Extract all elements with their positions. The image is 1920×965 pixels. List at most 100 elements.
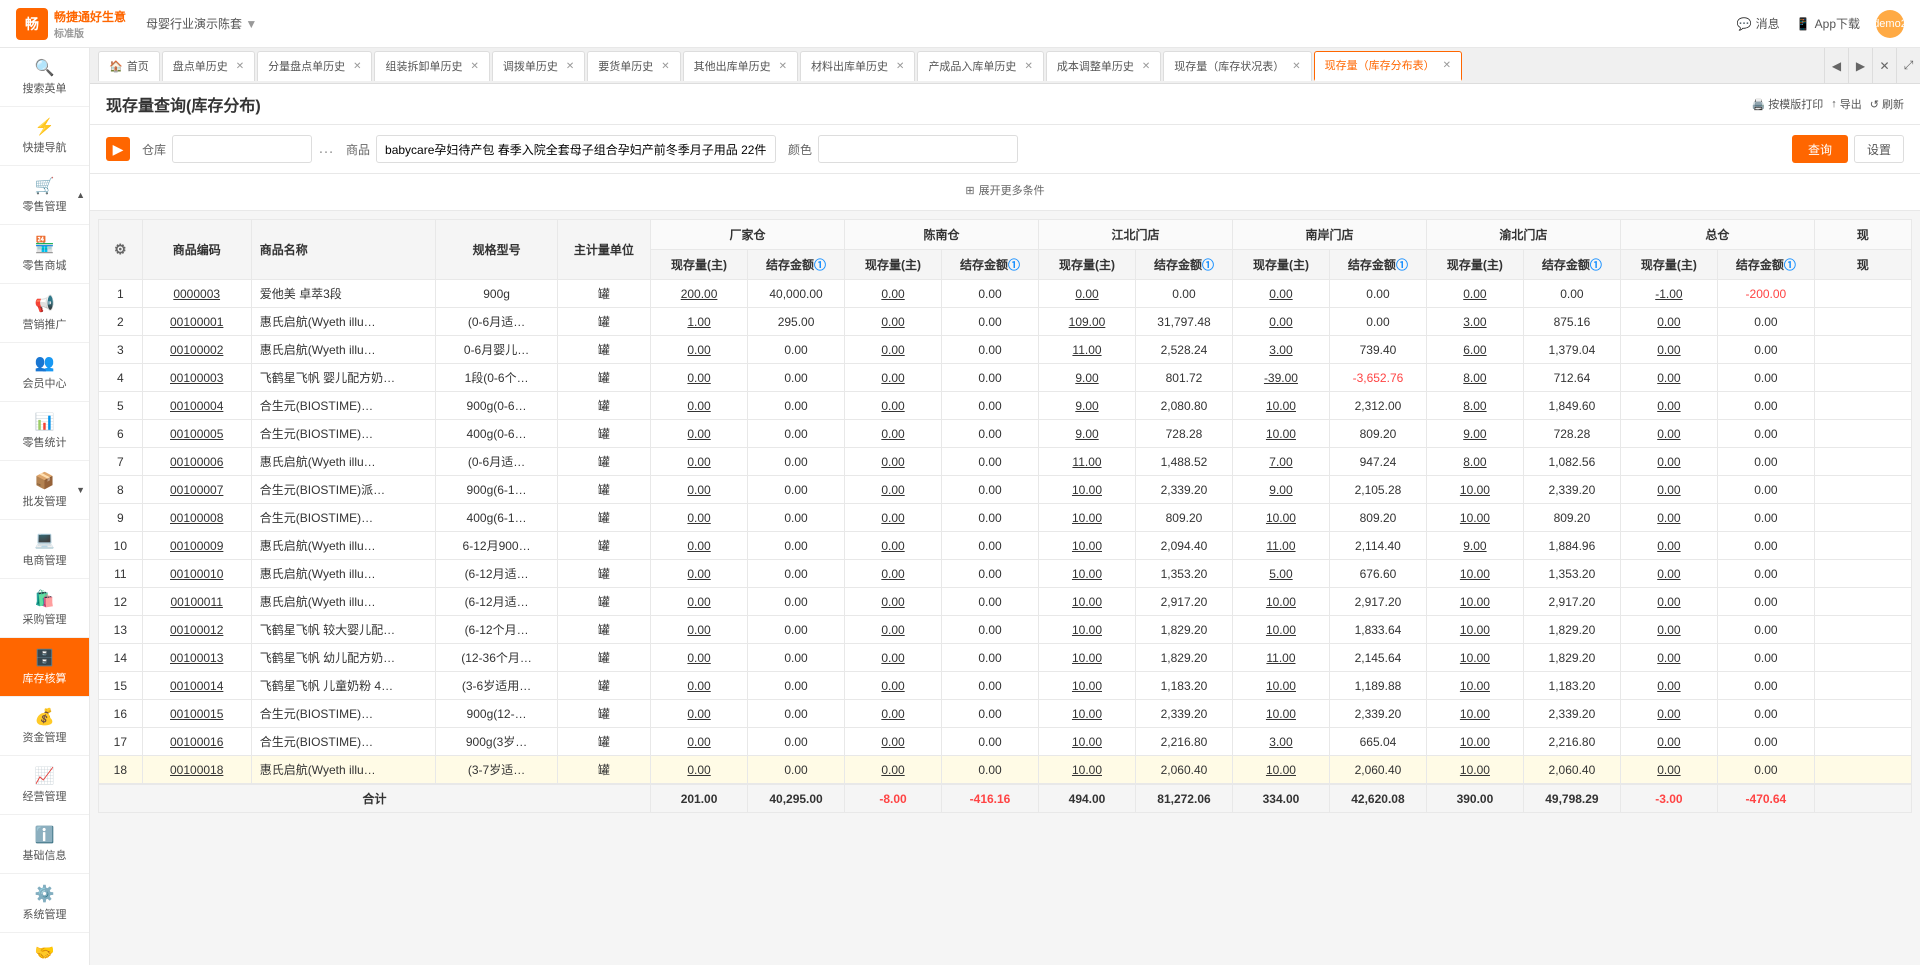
sidebar-item-retail-stats[interactable]: 📊 零售统计	[0, 402, 89, 461]
tab-close-all-btn[interactable]: ✕	[1872, 48, 1896, 84]
export-btn[interactable]: ↑ 导出	[1831, 96, 1862, 112]
query-button[interactable]: 查询	[1792, 135, 1848, 163]
tab-purchase-order[interactable]: 要货单历史 ✕	[587, 51, 680, 81]
tab-inventory-check[interactable]: 盘点单历史 ✕	[162, 51, 255, 81]
filter-expand-btn[interactable]: ▶	[106, 137, 130, 161]
col-settings[interactable]: ⚙	[99, 220, 143, 280]
cell-extra	[1814, 532, 1911, 560]
tab-stock-table[interactable]: 现存量（库存状况表） ✕	[1163, 51, 1311, 81]
tab-expand-btn[interactable]: ⤢	[1896, 48, 1920, 84]
tab-material-out[interactable]: 材料出库单历史 ✕	[800, 51, 915, 81]
close-icon[interactable]: ✕	[1142, 61, 1150, 72]
tab-prev-btn[interactable]: ◀	[1824, 48, 1848, 84]
cell-factory-amount: 0.00	[748, 420, 845, 448]
sidebar-item-inventory[interactable]: 🗄️ 库存核算	[0, 638, 89, 697]
sidebar-item-marketing[interactable]: 📢 营销推广	[0, 284, 89, 343]
cell-chennan-amount: 0.00	[942, 364, 1039, 392]
cell-name: 惠氏启航(Wyeth illu…	[251, 588, 436, 616]
close-icon[interactable]: ✕	[1292, 61, 1300, 72]
chevron-up-icon: ▲	[76, 190, 85, 200]
tab-cost-adjust[interactable]: 成本调整单历史 ✕	[1046, 51, 1161, 81]
cell-unit: 罐	[557, 616, 650, 644]
close-icon[interactable]: ✕	[470, 61, 478, 72]
tab-sub-inventory[interactable]: 分量盘点单历史 ✕	[257, 51, 372, 81]
table-row: 12 00100011 惠氏启航(Wyeth illu… (6-12月适… 罐 …	[99, 588, 1912, 616]
message-btn[interactable]: 💬 消息	[1737, 15, 1780, 32]
summary-total-amount: -470.64	[1717, 784, 1814, 813]
col-group-factory: 厂家仓	[651, 220, 845, 250]
sidebar-item-ecommerce[interactable]: 💻 电商管理	[0, 520, 89, 579]
cell-total-stock: 0.00	[1620, 616, 1717, 644]
cell-seq: 16	[99, 700, 143, 728]
close-icon[interactable]: ✕	[353, 61, 361, 72]
cell-total-amount: 0.00	[1717, 336, 1814, 364]
cell-seq: 3	[99, 336, 143, 364]
close-icon[interactable]: ✕	[1024, 61, 1032, 72]
color-input[interactable]	[818, 135, 1018, 163]
tab-transfer[interactable]: 调拨单历史 ✕	[492, 51, 585, 81]
cell-yubeibei-stock: 10.00	[1426, 476, 1523, 504]
tab-product-in[interactable]: 产成品入库单历史 ✕	[917, 51, 1043, 81]
tab-home[interactable]: 🏠 首页	[98, 51, 160, 81]
cell-extra	[1814, 364, 1911, 392]
warehouse-more-icon[interactable]: …	[318, 140, 334, 158]
sidebar-item-retail-mgmt[interactable]: 🛒 零售管理 ▲	[0, 166, 89, 225]
sidebar-item-ops[interactable]: 📈 经营管理	[0, 756, 89, 815]
cell-extra	[1814, 280, 1911, 308]
sidebar-item-member[interactable]: 👥 会员中心	[0, 343, 89, 402]
sidebar-item-enterprise[interactable]: 🤝 企业协同	[0, 933, 89, 965]
cell-code: 00100016	[142, 728, 251, 756]
sidebar-item-basic[interactable]: ℹ️ 基础信息	[0, 815, 89, 874]
summary-factory-amount: 40,295.00	[748, 784, 845, 813]
close-icon[interactable]: ✕	[1443, 60, 1451, 71]
cell-jiangbei-amount: 2,528.24	[1135, 336, 1232, 364]
product-selector[interactable]: 母婴行业演示陈套 ▼	[146, 15, 257, 32]
print-btn[interactable]: 🖨️ 按模版打印	[1752, 96, 1824, 112]
cell-factory-stock: 0.00	[651, 700, 748, 728]
close-icon[interactable]: ✕	[236, 61, 244, 72]
cell-seq: 9	[99, 504, 143, 532]
cell-name: 合生元(BIOSTIME)派…	[251, 476, 436, 504]
close-icon[interactable]: ✕	[779, 61, 787, 72]
cell-code: 00100011	[142, 588, 251, 616]
summary-yubeibei-amount: 49,798.29	[1523, 784, 1620, 813]
close-icon[interactable]: ✕	[661, 61, 669, 72]
avatar[interactable]: demo2	[1876, 10, 1904, 38]
refresh-btn[interactable]: ↺ 刷新	[1870, 96, 1904, 112]
cell-code: 00100007	[142, 476, 251, 504]
sidebar-item-system[interactable]: ⚙️ 系统管理	[0, 874, 89, 933]
tab-other-out[interactable]: 其他出库单历史 ✕	[683, 51, 798, 81]
app-download-btn[interactable]: 📱 App下载	[1796, 15, 1860, 32]
tab-next-btn[interactable]: ▶	[1848, 48, 1872, 84]
close-icon[interactable]: ✕	[896, 61, 904, 72]
cell-code: 00100010	[142, 560, 251, 588]
home-icon: 🏠	[109, 60, 123, 73]
purchase-icon: 🛍️	[4, 589, 85, 609]
cell-yubeibei-amount: 2,060.40	[1523, 756, 1620, 785]
cell-jiangbei-amount: 809.20	[1135, 504, 1232, 532]
table-settings-icon[interactable]: ⚙	[114, 241, 127, 257]
sidebar-item-retail-store[interactable]: 🏪 零售商城	[0, 225, 89, 284]
expand-more-btn[interactable]: ⊞ 展开更多条件	[965, 178, 1044, 202]
sidebar-item-wholesale[interactable]: 📦 批发管理 ▼	[0, 461, 89, 520]
sidebar-item-search[interactable]: 🔍 搜索英单	[0, 48, 89, 107]
close-icon[interactable]: ✕	[566, 61, 574, 72]
warehouse-input[interactable]	[172, 135, 312, 163]
setting-button[interactable]: 设置	[1854, 135, 1904, 163]
tab-stock-dist[interactable]: 现存量（库存分布表） ✕	[1314, 51, 1462, 81]
tab-assembly[interactable]: 组装拆卸单历史 ✕	[374, 51, 489, 81]
cell-factory-amount: 0.00	[748, 728, 845, 756]
goods-input[interactable]	[376, 135, 776, 163]
cell-extra	[1814, 392, 1911, 420]
sidebar-item-purchase[interactable]: 🛍️ 采购管理	[0, 579, 89, 638]
sidebar-item-finance[interactable]: 💰 资金管理	[0, 697, 89, 756]
sidebar-item-quick-nav[interactable]: ⚡ 快捷导航	[0, 107, 89, 166]
cell-total-stock: -1.00	[1620, 280, 1717, 308]
table-row: 16 00100015 合生元(BIOSTIME)… 900g(12-… 罐 0…	[99, 700, 1912, 728]
cell-name: 合生元(BIOSTIME)…	[251, 700, 436, 728]
nav-icon: ⚡	[4, 117, 85, 137]
cell-factory-stock: 0.00	[651, 364, 748, 392]
summary-factory-stock: 201.00	[651, 784, 748, 813]
cell-factory-amount: 0.00	[748, 560, 845, 588]
cell-yubeibei-amount: 1,829.20	[1523, 616, 1620, 644]
